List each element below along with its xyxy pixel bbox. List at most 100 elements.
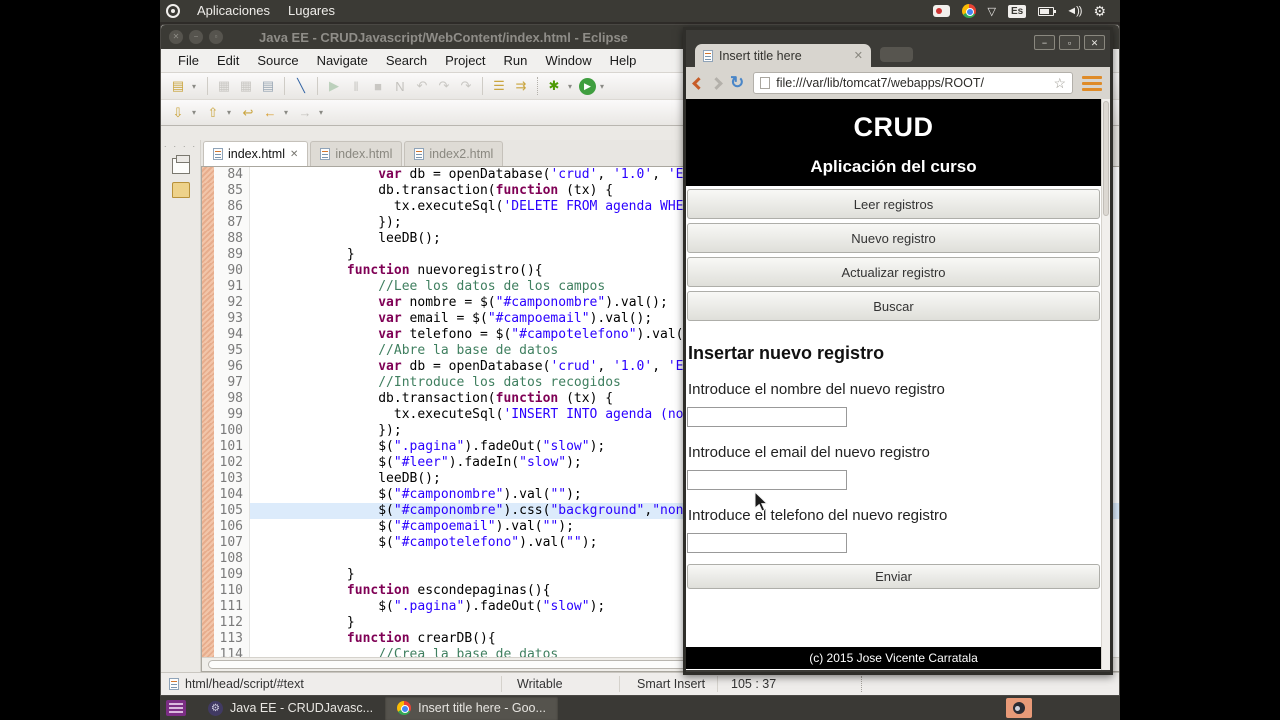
- skip-breakpoints-icon[interactable]: ╲: [291, 77, 311, 95]
- menu-search[interactable]: Search: [377, 53, 436, 68]
- eclipse-maximize-button[interactable]: ▫: [209, 30, 223, 44]
- eclipse-icon: ⚙: [208, 700, 223, 716]
- insert-form: Introduce el nombre del nuevo registro In…: [686, 381, 1101, 553]
- palette-view-icon[interactable]: [171, 182, 190, 198]
- editor-tab-index.html[interactable]: index.html ✕: [203, 141, 309, 166]
- battery-icon[interactable]: [1038, 6, 1057, 16]
- line-number: 101: [214, 439, 250, 455]
- annotation-ruler: [202, 183, 214, 199]
- annotation-ruler: [202, 599, 214, 615]
- desktop: Aplicaciones Lugares ▽ Es ◄)) ⚙ ✕ − ▫ Ja…: [160, 0, 1120, 720]
- minibar-handle[interactable]: · · · ·: [161, 142, 200, 151]
- toolbar-separator: [537, 77, 538, 95]
- next-annotation-icon[interactable]: ⇩: [168, 104, 188, 122]
- taskbar-item-eclipse[interactable]: ⚙ Java EE - CRUDJavasc...: [196, 696, 385, 720]
- annotation-ruler: [202, 311, 214, 327]
- editor-tab-index2.html[interactable]: index2.html: [404, 141, 504, 166]
- browser-tab-title: Insert title here: [719, 48, 802, 63]
- keyboard-layout-indicator[interactable]: Es: [1007, 4, 1027, 18]
- menu-help[interactable]: Help: [601, 53, 646, 68]
- forward-button[interactable]: [710, 76, 723, 90]
- crud-button-leer-registros[interactable]: Leer registros: [687, 189, 1100, 219]
- chrome-indicator-icon[interactable]: [961, 4, 976, 18]
- line-number: 114: [214, 647, 250, 657]
- toolbar-separator: [317, 77, 318, 95]
- new-wizard-icon[interactable]: ▤: [168, 77, 188, 95]
- line-number: 102: [214, 455, 250, 471]
- tab-favicon: [703, 49, 713, 62]
- field-input-1[interactable]: [687, 470, 847, 490]
- tab-close-icon[interactable]: ✕: [854, 49, 863, 62]
- line-number: 106: [214, 519, 250, 535]
- editor-tab-index.html[interactable]: index.html: [310, 141, 403, 166]
- menu-project[interactable]: Project: [436, 53, 494, 68]
- annotation-ruler: [202, 583, 214, 599]
- back-icon[interactable]: ←: [260, 104, 280, 122]
- reload-button[interactable]: ↻: [730, 74, 744, 91]
- line-number: 95: [214, 343, 250, 359]
- run-dropdown[interactable]: ▾: [597, 82, 607, 91]
- taskbar-item-chrome[interactable]: Insert title here - Goo...: [385, 696, 558, 720]
- field-input-0[interactable]: [687, 407, 847, 427]
- print-icon[interactable]: ▤: [258, 77, 278, 95]
- annotation-ruler: [202, 487, 214, 503]
- new-wizard-dropdown[interactable]: ▾: [189, 82, 199, 91]
- show-source-icon[interactable]: ⇉: [511, 77, 531, 95]
- browser-close-button[interactable]: ✕: [1084, 35, 1105, 50]
- debug-icon[interactable]: ✱: [544, 77, 564, 95]
- crud-button-nuevo-registro[interactable]: Nuevo registro: [687, 223, 1100, 253]
- menu-window[interactable]: Window: [536, 53, 600, 68]
- network-icon[interactable]: ▽: [988, 5, 996, 18]
- new-tab-button[interactable]: [880, 47, 913, 62]
- menu-navigate[interactable]: Navigate: [308, 53, 377, 68]
- browser-minimize-button[interactable]: −: [1034, 35, 1055, 50]
- ubuntu-logo-icon[interactable]: [166, 4, 180, 18]
- run-icon[interactable]: ▶: [579, 77, 596, 95]
- browser-maximize-button[interactable]: ▫: [1059, 35, 1080, 50]
- back-dropdown[interactable]: ▾: [281, 108, 291, 117]
- crud-button-actualizar-registro[interactable]: Actualizar registro: [687, 257, 1100, 287]
- restore-view-icon[interactable]: [171, 155, 190, 174]
- annotation-ruler: [202, 359, 214, 375]
- window-list-icon[interactable]: [166, 700, 186, 716]
- recorder-task-icon[interactable]: [1006, 698, 1032, 718]
- save-all-icon: ▦: [239, 78, 253, 93]
- step-over-icon: ↷: [438, 78, 450, 93]
- annotation-ruler: [202, 535, 214, 551]
- next-annotation-dropdown[interactable]: ▾: [189, 108, 199, 117]
- line-number: 88: [214, 231, 250, 247]
- url-text[interactable]: file:///var/lib/tomcat7/webapps/ROOT/: [776, 76, 1047, 90]
- system-tray: ▽ Es ◄)) ⚙: [932, 3, 1120, 20]
- volume-icon[interactable]: ◄)): [1066, 5, 1082, 17]
- line-number: 96: [214, 359, 250, 375]
- browser-menu-icon[interactable]: [1082, 75, 1102, 91]
- menu-file[interactable]: File: [169, 53, 208, 68]
- field-input-2[interactable]: [687, 533, 847, 553]
- tab-close-icon[interactable]: ✕: [290, 149, 298, 160]
- page-scrollbar[interactable]: [1101, 99, 1110, 670]
- browser-tab[interactable]: Insert title here ✕: [695, 44, 871, 67]
- menu-source[interactable]: Source: [248, 53, 307, 68]
- eclipse-minimize-button[interactable]: −: [189, 30, 203, 44]
- session-gear-icon[interactable]: ⚙: [1093, 3, 1106, 20]
- enviar-button[interactable]: Enviar: [687, 564, 1100, 589]
- mark-occurrences-icon[interactable]: ☰: [489, 77, 509, 95]
- screen-recorder-icon[interactable]: [932, 5, 950, 17]
- last-edit-location-icon[interactable]: ↩: [238, 104, 258, 122]
- debug-dropdown[interactable]: ▾: [565, 82, 575, 91]
- places-menu[interactable]: Lugares: [279, 0, 344, 22]
- back-button[interactable]: [692, 76, 705, 90]
- menu-edit[interactable]: Edit: [208, 53, 248, 68]
- previous-annotation-icon[interactable]: ⇧: [203, 104, 223, 122]
- eclipse-close-button[interactable]: ✕: [169, 30, 183, 44]
- line-number: 113: [214, 631, 250, 647]
- annotation-ruler: [202, 215, 214, 231]
- address-bar[interactable]: file:///var/lib/tomcat7/webapps/ROOT/ ☆: [753, 72, 1073, 94]
- menu-run[interactable]: Run: [495, 53, 537, 68]
- crud-button-buscar[interactable]: Buscar: [687, 291, 1100, 321]
- browser-titlebar[interactable]: − ▫ ✕ Insert title here ✕: [686, 30, 1110, 67]
- bookmark-star-icon[interactable]: ☆: [1053, 75, 1066, 92]
- previous-annotation-dropdown[interactable]: ▾: [224, 108, 234, 117]
- crud-nav-buttons: Leer registros Nuevo registro Actualizar r…: [686, 189, 1101, 321]
- applications-menu[interactable]: Aplicaciones: [188, 0, 279, 22]
